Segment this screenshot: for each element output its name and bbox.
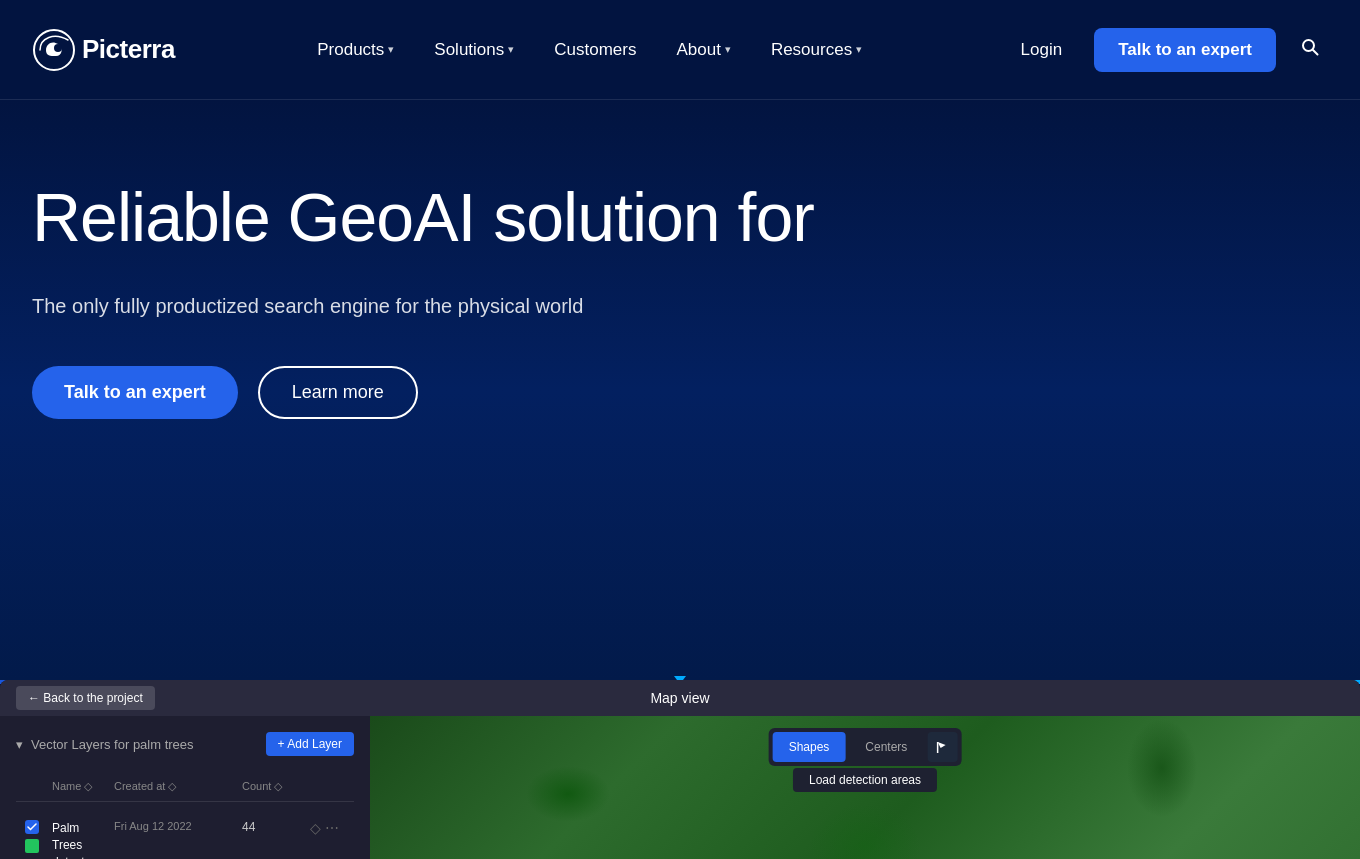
chevron-down-icon: ▾ xyxy=(388,43,394,56)
row-checkbox-color xyxy=(20,820,44,853)
add-layer-button[interactable]: + Add Layer xyxy=(266,732,354,756)
nav-item-solutions[interactable]: Solutions ▾ xyxy=(418,32,530,68)
nav-label-about: About xyxy=(676,40,720,60)
logo-text: Picterra xyxy=(82,34,175,65)
sidebar-section-label: ▾ Vector Layers for palm trees xyxy=(16,737,194,752)
login-button[interactable]: Login xyxy=(1005,32,1079,68)
chevron-down-icon: ▾ xyxy=(508,43,514,56)
navbar: Picterra Products ▾ Solutions ▾ Customer… xyxy=(0,0,1360,100)
map-background: Shapes Centers Load detection areas xyxy=(370,716,1360,859)
row-name: Palm Trees detector xyxy=(52,820,106,859)
nav-item-resources[interactable]: Resources ▾ xyxy=(755,32,878,68)
nav-item-products[interactable]: Products ▾ xyxy=(301,32,410,68)
nav-cta-button[interactable]: Talk to an expert xyxy=(1094,28,1276,72)
hero-title: Reliable GeoAI solution for xyxy=(32,180,882,255)
logo[interactable]: Picterra xyxy=(32,28,175,72)
col-header-created: Created at ◇ xyxy=(114,780,234,793)
learn-more-button[interactable]: Learn more xyxy=(258,366,418,419)
col-header-name: Name ◇ xyxy=(52,780,106,793)
row-actions: ◇ ⋯ xyxy=(310,820,350,836)
preview-content: ▾ Vector Layers for palm trees + Add Lay… xyxy=(0,716,1360,859)
nav-label-resources: Resources xyxy=(771,40,852,60)
nav-item-about[interactable]: About ▾ xyxy=(660,32,746,68)
row-name-col: Palm Trees detector xyxy=(52,820,106,859)
search-icon[interactable] xyxy=(1292,29,1328,70)
sidebar-header: ▾ Vector Layers for palm trees + Add Lay… xyxy=(16,732,354,756)
chevron-down-icon: ▾ xyxy=(725,43,731,56)
hero-buttons: Talk to an expert Learn more xyxy=(32,366,1328,419)
preview-sidebar: ▾ Vector Layers for palm trees + Add Lay… xyxy=(0,716,370,859)
preview-window: ← Back to the project Map view ▾ Vector … xyxy=(0,680,1360,859)
sidebar-label-text: Vector Layers for palm trees xyxy=(31,737,194,752)
table-row: Palm Trees detector Fri Aug 12 2022 44 ◇… xyxy=(16,810,354,859)
hero-section: Reliable GeoAI solution for The only ful… xyxy=(0,100,1360,680)
preview-titlebar: ← Back to the project Map view xyxy=(0,680,1360,716)
row-menu-icon[interactable]: ⋯ xyxy=(325,820,339,836)
map-area: Shapes Centers Load detection areas xyxy=(370,716,1360,859)
map-control-shapes-button[interactable]: Shapes xyxy=(773,732,846,762)
map-control-centers-button[interactable]: Centers xyxy=(849,732,923,762)
nav-item-customers[interactable]: Customers xyxy=(538,32,652,68)
preview-window-title: Map view xyxy=(650,690,709,706)
hero-subtitle: The only fully productized search engine… xyxy=(32,295,1328,318)
load-detection-areas-button[interactable]: Load detection areas xyxy=(793,768,937,792)
chevron-down-icon: ▾ xyxy=(856,43,862,56)
row-date: Fri Aug 12 2022 xyxy=(114,820,234,832)
nav-right: Login Talk to an expert xyxy=(1005,28,1328,72)
map-controls: Shapes Centers xyxy=(769,728,962,766)
row-action-icon[interactable]: ◇ xyxy=(310,820,321,836)
col-header-check xyxy=(20,780,44,793)
col-header-count: Count ◇ xyxy=(242,780,302,793)
back-to-project-button[interactable]: ← Back to the project xyxy=(16,686,155,710)
app-preview: ← Back to the project Map view ▾ Vector … xyxy=(0,680,1360,859)
map-control-markers-button[interactable] xyxy=(927,732,957,762)
nav-label-solutions: Solutions xyxy=(434,40,504,60)
row-count: 44 xyxy=(242,820,302,834)
nav-links: Products ▾ Solutions ▾ Customers About ▾… xyxy=(175,32,1005,68)
table-header: Name ◇ Created at ◇ Count ◇ xyxy=(16,772,354,802)
talk-to-expert-button[interactable]: Talk to an expert xyxy=(32,366,238,419)
col-header-actions xyxy=(310,780,350,793)
chevron-down-icon: ▾ xyxy=(16,737,23,752)
nav-label-products: Products xyxy=(317,40,384,60)
row-checkbox[interactable] xyxy=(25,820,39,834)
nav-label-customers: Customers xyxy=(554,40,636,60)
row-color-indicator xyxy=(25,839,39,853)
svg-point-1 xyxy=(54,44,62,52)
